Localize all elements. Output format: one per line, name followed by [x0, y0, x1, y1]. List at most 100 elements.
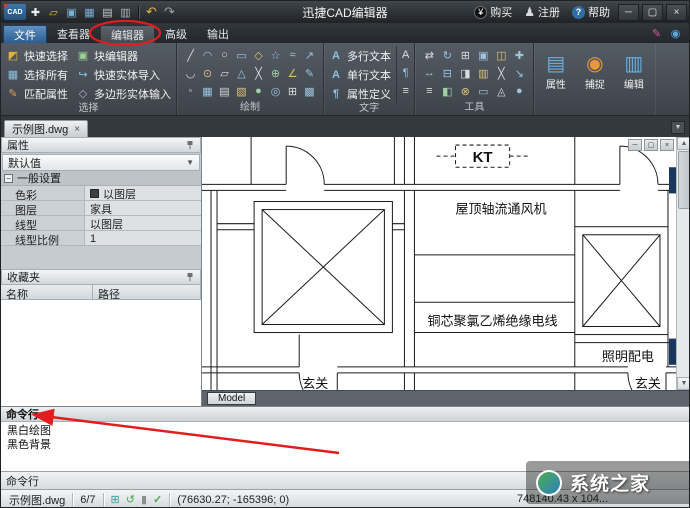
tab-advanced[interactable]: 高级	[155, 25, 197, 43]
undo-icon[interactable]: ↶	[143, 4, 160, 21]
draw-tool-icon[interactable]: ◎	[267, 82, 284, 100]
tool-icon[interactable]: ╳	[492, 64, 510, 82]
print-icon[interactable]: ▤	[99, 4, 116, 21]
grid-toggle-icon[interactable]: ⊞	[111, 493, 120, 506]
draw-tool-icon[interactable]: △	[233, 64, 250, 82]
text-style-icon[interactable]: A	[402, 46, 409, 64]
redo-icon[interactable]: ↷	[161, 4, 178, 21]
draw-tool-icon[interactable]: ▩	[301, 82, 318, 100]
properties-panel-button[interactable]: ▤ 属性	[537, 45, 574, 100]
block-editor-button[interactable]: ▣ 块编辑器	[76, 46, 171, 65]
help-button[interactable]: ? 帮助	[567, 2, 615, 22]
cad-drawing[interactable]: KT 屋顶轴流通风机 铜芯聚氯乙烯绝缘电线 照明配电 玄关 玄关	[202, 137, 676, 390]
pin-icon[interactable]	[185, 140, 195, 150]
tab-output[interactable]: 输出	[197, 25, 239, 43]
draw-tool-icon[interactable]: ⊕	[267, 64, 284, 82]
tool-icon[interactable]: ⊗	[456, 82, 474, 100]
mdi-close-icon[interactable]: ×	[660, 139, 674, 151]
multiline-text-button[interactable]: A 多行文本	[329, 46, 391, 65]
tool-icon[interactable]: ⇄	[420, 46, 438, 64]
property-value[interactable]: 以图层	[85, 186, 201, 201]
edit-panel-button[interactable]: ▥ 编辑	[615, 45, 652, 100]
paragraph-icon[interactable]: ¶	[402, 64, 409, 82]
draw-tool-icon[interactable]: ✎	[301, 64, 318, 82]
select-all-button[interactable]: ▦ 选择所有	[6, 65, 68, 84]
polygon-entity-input-button[interactable]: ◇ 多边形实体输入	[76, 84, 171, 103]
draw-tool-icon[interactable]: ◦	[182, 82, 199, 100]
lock-icon[interactable]: ▮	[141, 493, 147, 506]
draw-tool-icon[interactable]: ╳	[250, 64, 267, 82]
tool-icon[interactable]: ↻	[438, 46, 456, 64]
quick-entity-import-button[interactable]: ↪ 快速实体导入	[76, 65, 171, 84]
scrollbar-thumb[interactable]	[678, 151, 690, 209]
tab-file[interactable]: 文件	[3, 25, 47, 43]
draw-tool-icon[interactable]: ▦	[199, 82, 216, 100]
draw-tool-icon[interactable]: ∠	[284, 64, 301, 82]
tool-icon[interactable]: ◨	[456, 64, 474, 82]
scroll-up-icon[interactable]: ▲	[677, 137, 690, 150]
mdi-restore-icon[interactable]: ▢	[644, 139, 658, 151]
draw-tool-icon[interactable]: ▱	[216, 64, 233, 82]
property-set-dropdown[interactable]: 默认值 ▼	[2, 154, 200, 171]
quick-select-button[interactable]: ◩ 快速选择	[6, 46, 68, 65]
skin-icon[interactable]: ✎	[649, 26, 664, 40]
scroll-down-icon[interactable]: ▼	[677, 377, 690, 390]
save-icon[interactable]: ▣	[63, 4, 80, 21]
buy-button[interactable]: ¥ 购买	[469, 2, 517, 22]
favorites-column-name[interactable]: 名称	[1, 285, 93, 300]
about-icon[interactable]: ◉	[668, 26, 683, 40]
tab-editor[interactable]: 编辑器	[100, 25, 155, 43]
draw-tool-icon[interactable]: ▭	[233, 46, 250, 64]
pin-icon[interactable]	[185, 272, 195, 282]
refresh-icon[interactable]: ↺	[126, 493, 135, 506]
check-icon[interactable]: ✓	[153, 493, 162, 506]
text-lines-icon[interactable]: ≡	[402, 82, 409, 100]
tool-icon[interactable]: ◬	[492, 82, 510, 100]
document-tab[interactable]: 示例图.dwg ×	[4, 120, 88, 137]
draw-tool-icon[interactable]: ☆	[267, 46, 284, 64]
maximize-button[interactable]: ▢	[642, 4, 663, 21]
tool-icon[interactable]: ↔	[420, 64, 438, 82]
app-logo-icon[interactable]: CAD	[4, 4, 26, 20]
tool-icon[interactable]: ⊟	[438, 64, 456, 82]
tool-icon[interactable]: ≡	[420, 82, 438, 100]
match-properties-button[interactable]: ✎ 匹配属性	[6, 84, 68, 103]
draw-tool-icon[interactable]: ↗	[301, 46, 318, 64]
new-file-icon[interactable]: ✚	[27, 4, 44, 21]
draw-tool-icon[interactable]: ⊞	[284, 82, 301, 100]
vertical-scrollbar[interactable]: ▲ ▼	[676, 137, 690, 390]
drawing-canvas[interactable]: KT 屋顶轴流通风机 铜芯聚氯乙烯绝缘电线 照明配电 玄关 玄关 ─ ▢ × ▲…	[202, 137, 690, 406]
close-button[interactable]: ×	[666, 4, 687, 21]
print-preview-icon[interactable]: ▥	[117, 4, 134, 21]
tab-viewer[interactable]: 查看器	[47, 25, 100, 43]
draw-tool-icon[interactable]: ●	[250, 82, 267, 100]
draw-tool-icon[interactable]: ○	[216, 46, 233, 64]
favorites-column-path[interactable]: 路径	[93, 285, 201, 300]
property-value[interactable]: 1	[85, 231, 201, 246]
draw-tool-icon[interactable]: ≈	[284, 46, 301, 64]
tab-scroll-button[interactable]: ▼	[671, 121, 685, 134]
tool-icon[interactable]: ◫	[492, 46, 510, 64]
model-tab[interactable]: Model	[207, 392, 256, 405]
draw-tool-icon[interactable]: ▤	[216, 82, 233, 100]
tool-icon[interactable]: ✚	[510, 46, 528, 64]
collapse-icon[interactable]: −	[4, 174, 13, 183]
attribute-define-button[interactable]: ¶ 属性定义	[329, 84, 391, 103]
open-file-icon[interactable]: ▱	[45, 4, 62, 21]
draw-tool-icon[interactable]: ⊙	[199, 64, 216, 82]
draw-tool-icon[interactable]: ▧	[233, 82, 250, 100]
tool-icon[interactable]: ◧	[438, 82, 456, 100]
tool-icon[interactable]: ▥	[474, 64, 492, 82]
document-tab-close-icon[interactable]: ×	[74, 124, 80, 135]
property-value[interactable]: 以图层	[85, 216, 201, 231]
property-value[interactable]: 家具	[85, 201, 201, 216]
save-all-icon[interactable]: ▦	[81, 4, 98, 21]
draw-tool-icon[interactable]: ◇	[250, 46, 267, 64]
tool-icon[interactable]: ▣	[474, 46, 492, 64]
favorites-list[interactable]	[1, 300, 201, 406]
tool-icon[interactable]: ⊞	[456, 46, 474, 64]
draw-tool-icon[interactable]: ◡	[182, 64, 199, 82]
minimize-button[interactable]: ─	[618, 4, 639, 21]
property-group-general[interactable]: − 一般设置	[1, 171, 201, 186]
singleline-text-button[interactable]: A 单行文本	[329, 65, 391, 84]
